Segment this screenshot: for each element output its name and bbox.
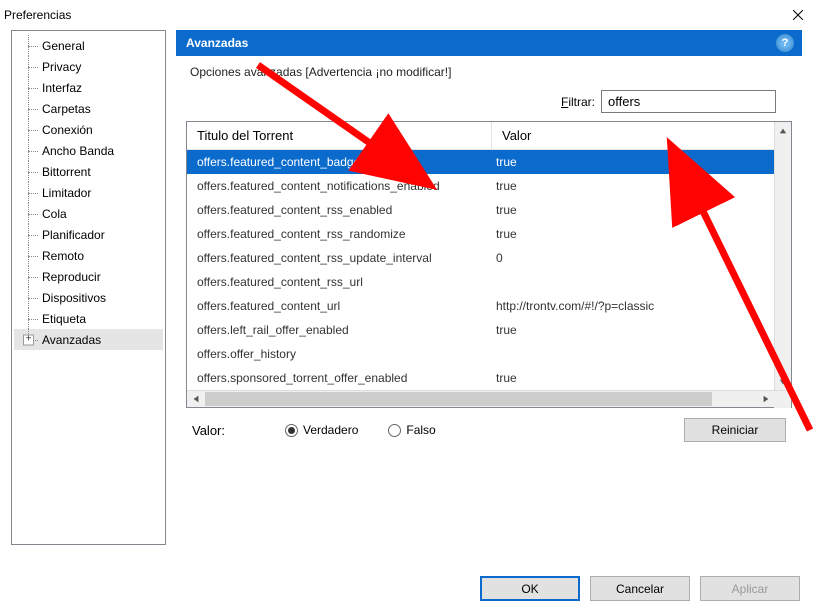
setting-name: offers.featured_content_rss_update_inter… xyxy=(187,251,492,265)
sidebar-item-interfaz[interactable]: Interfaz xyxy=(14,77,163,98)
advanced-groupbox: Opciones avanzadas [Advertencia ¡no modi… xyxy=(176,62,802,452)
advanced-panel: Avanzadas ? Opciones avanzadas [Adverten… xyxy=(176,30,817,545)
expand-icon[interactable] xyxy=(23,334,34,345)
preferences-sidebar: General Privacy Interfaz Carpetas Conexión An… xyxy=(11,30,166,545)
reset-button[interactable]: Reiniciar xyxy=(684,418,786,442)
setting-value: true xyxy=(492,371,774,385)
sidebar-item-conexión[interactable]: Conexión xyxy=(14,119,163,140)
scroll-left-icon[interactable] xyxy=(187,391,204,408)
panel-header: Avanzadas ? xyxy=(176,30,802,56)
setting-value: true xyxy=(492,179,774,193)
close-button[interactable] xyxy=(775,0,820,30)
setting-value: 0 xyxy=(492,251,774,265)
sidebar-item-planificador[interactable]: Planificador xyxy=(14,224,163,245)
panel-title: Avanzadas xyxy=(186,36,248,50)
filter-label: Filtrar: xyxy=(561,95,595,109)
sidebar-item-label: Dispositivos xyxy=(42,291,106,305)
table-row[interactable]: offers.featured_content_badge_enabledtru… xyxy=(187,150,774,174)
scrollbar-corner xyxy=(774,391,791,408)
table-row[interactable]: offers.left_rail_offer_enabledtrue xyxy=(187,318,774,342)
ok-button[interactable]: OK xyxy=(480,576,580,601)
setting-name: offers.featured_content_rss_randomize xyxy=(187,227,492,241)
sidebar-item-privacy[interactable]: Privacy xyxy=(14,56,163,77)
setting-name: offers.offer_history xyxy=(187,347,492,361)
scroll-up-icon[interactable] xyxy=(775,122,791,139)
sidebar-item-dispositivos[interactable]: Dispositivos xyxy=(14,287,163,308)
dialog-buttons: OK Cancelar Aplicar xyxy=(480,576,800,601)
column-header-title[interactable]: Titulo del Torrent xyxy=(187,122,492,149)
sidebar-item-label: Ancho Banda xyxy=(42,144,114,158)
groupbox-label: Opciones avanzadas [Advertencia ¡no modi… xyxy=(186,65,455,79)
apply-button[interactable]: Aplicar xyxy=(700,576,800,601)
sidebar-item-remoto[interactable]: Remoto xyxy=(14,245,163,266)
table-row[interactable]: offers.featured_content_rss_update_inter… xyxy=(187,246,774,270)
sidebar-item-label: Privacy xyxy=(42,60,81,74)
window-title: Preferencias xyxy=(4,8,71,22)
title-bar: Preferencias xyxy=(0,0,820,30)
table-row[interactable]: offers.featured_content_rss_randomizetru… xyxy=(187,222,774,246)
setting-name: offers.featured_content_notifications_en… xyxy=(187,179,492,193)
table-row[interactable]: offers.featured_content_rss_url xyxy=(187,270,774,294)
setting-value: true xyxy=(492,227,774,241)
sidebar-item-limitador[interactable]: Limitador xyxy=(14,182,163,203)
sidebar-item-cola[interactable]: Cola xyxy=(14,203,163,224)
table-rows: offers.featured_content_badge_enabledtru… xyxy=(187,150,774,390)
horizontal-scrollbar[interactable] xyxy=(187,390,791,407)
sidebar-item-label: Etiqueta xyxy=(42,312,86,326)
column-header-value[interactable]: Valor xyxy=(492,122,774,149)
sidebar-item-label: Interfaz xyxy=(42,81,82,95)
sidebar-item-avanzadas[interactable]: Avanzadas xyxy=(14,329,163,350)
sidebar-item-ancho-banda[interactable]: Ancho Banda xyxy=(14,140,163,161)
sidebar-item-label: Remoto xyxy=(42,249,84,263)
scroll-right-icon[interactable] xyxy=(757,391,774,408)
setting-name: offers.featured_content_badge_enabled xyxy=(187,155,492,169)
table-row[interactable]: offers.featured_content_notifications_en… xyxy=(187,174,774,198)
value-row: Valor: Verdadero Falso Reiniciar xyxy=(186,418,792,442)
cancel-button[interactable]: Cancelar xyxy=(590,576,690,601)
help-icon[interactable]: ? xyxy=(776,34,794,52)
value-radio-group: Verdadero Falso xyxy=(285,423,436,437)
table-row[interactable]: offers.sponsored_torrent_offer_enabledtr… xyxy=(187,366,774,390)
radio-false[interactable]: Falso xyxy=(388,423,435,437)
scrollbar-thumb[interactable] xyxy=(205,392,712,406)
sidebar-item-label: Cola xyxy=(42,207,67,221)
sidebar-item-reproducir[interactable]: Reproducir xyxy=(14,266,163,287)
setting-value: true xyxy=(492,203,774,217)
filter-row: Filtrar: xyxy=(186,90,792,113)
setting-value: http://trontv.com/#!/?p=classic xyxy=(492,299,774,313)
scrollbar-track[interactable] xyxy=(205,391,756,407)
setting-name: offers.featured_content_rss_enabled xyxy=(187,203,492,217)
sidebar-item-label: Bittorrent xyxy=(42,165,91,179)
sidebar-item-general[interactable]: General xyxy=(14,35,163,56)
sidebar-item-label: Planificador xyxy=(42,228,105,242)
close-icon xyxy=(793,10,803,20)
setting-value: true xyxy=(492,323,774,337)
table-row[interactable]: offers.featured_content_rss_enabledtrue xyxy=(187,198,774,222)
radio-true[interactable]: Verdadero xyxy=(285,423,358,437)
setting-name: offers.featured_content_rss_url xyxy=(187,275,492,289)
scroll-down-icon[interactable] xyxy=(775,373,791,390)
content-area: General Privacy Interfaz Carpetas Conexión An… xyxy=(0,30,820,545)
setting-name: offers.left_rail_offer_enabled xyxy=(187,323,492,337)
vertical-scrollbar[interactable] xyxy=(774,122,791,390)
sidebar-item-etiqueta[interactable]: Etiqueta xyxy=(14,308,163,329)
sidebar-item-label: Carpetas xyxy=(42,102,91,116)
sidebar-item-label: Conexión xyxy=(42,123,93,137)
sidebar-item-carpetas[interactable]: Carpetas xyxy=(14,98,163,119)
settings-table: Titulo del Torrent Valor offers.featured… xyxy=(186,121,792,408)
table-row[interactable]: offers.featured_content_urlhttp://trontv… xyxy=(187,294,774,318)
sidebar-item-label: General xyxy=(42,39,85,53)
sidebar-item-label: Avanzadas xyxy=(42,333,101,347)
table-header: Titulo del Torrent Valor xyxy=(187,122,774,150)
table-row[interactable]: offers.offer_history xyxy=(187,342,774,366)
filter-input[interactable] xyxy=(601,90,776,113)
setting-name: offers.featured_content_url xyxy=(187,299,492,313)
sidebar-item-label: Limitador xyxy=(42,186,91,200)
value-label: Valor: xyxy=(192,423,267,438)
setting-value: true xyxy=(492,155,774,169)
setting-name: offers.sponsored_torrent_offer_enabled xyxy=(187,371,492,385)
sidebar-item-bittorrent[interactable]: Bittorrent xyxy=(14,161,163,182)
sidebar-item-label: Reproducir xyxy=(42,270,101,284)
